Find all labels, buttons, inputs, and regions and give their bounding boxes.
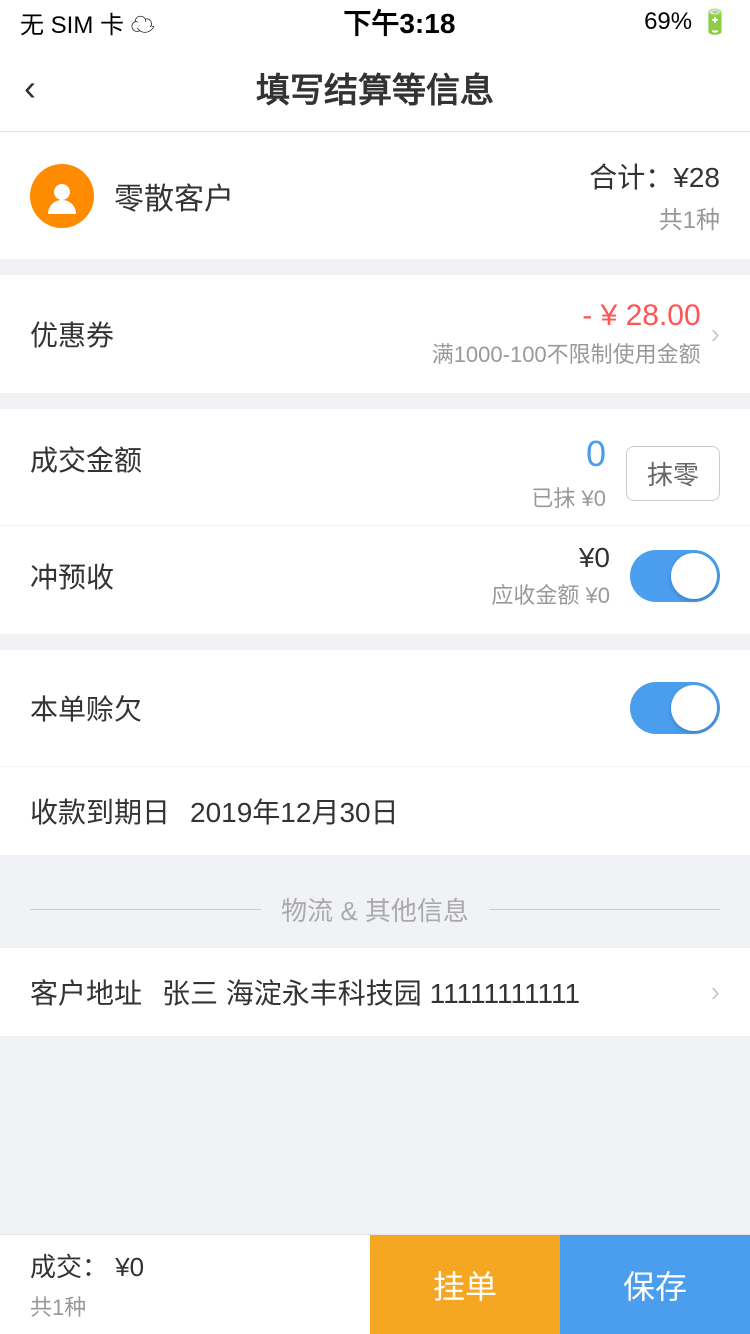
customer-total: 合计：¥28 共1种 — [589, 156, 720, 235]
status-right: 69% 🔋 — [644, 8, 730, 37]
debt-toggle[interactable] — [630, 682, 720, 734]
amount-right: 0 已抹 ¥0 抹零 — [531, 433, 720, 513]
back-button[interactable]: ‹ — [24, 67, 36, 109]
coupon-chevron-icon: › — [711, 318, 720, 350]
prepayment-toggle[interactable] — [630, 550, 720, 602]
prepayment-amount: ¥0 — [491, 542, 610, 574]
logistics-line-left — [30, 909, 261, 910]
address-label: 客户地址 — [30, 972, 142, 1012]
hang-order-button[interactable]: 挂单 — [370, 1235, 560, 1334]
coupon-desc: 满1000-100不限制使用金额 — [432, 337, 701, 369]
logistics-label: 物流 & 其他信息 — [261, 891, 489, 928]
due-date-label: 收款到期日 — [30, 791, 170, 831]
due-date-value[interactable]: 2019年12月30日 — [190, 791, 399, 831]
customer-card: 零散客户 合计：¥28 共1种 — [0, 132, 750, 259]
main-content: 零散客户 合计：¥28 共1种 优惠券 - ¥ 28.00 满1000-100不… — [0, 132, 750, 1172]
status-left: 无 SIM 卡 ☁ — [20, 5, 155, 40]
debt-row: 本单赊欠 — [0, 650, 750, 766]
logistics-divider: 物流 & 其他信息 — [0, 871, 750, 948]
status-bar: 无 SIM 卡 ☁ 下午3:18 69% 🔋 — [0, 0, 750, 44]
customer-row: 零散客户 合计：¥28 共1种 — [0, 132, 750, 259]
debt-label: 本单赊欠 — [30, 688, 142, 728]
bottom-deal-count: 共1种 — [30, 1290, 340, 1322]
toggle-knob — [671, 553, 717, 599]
amount-value[interactable]: 0 — [531, 433, 606, 475]
total-count: 共1种 — [589, 200, 720, 235]
address-value: 张三 海淀永丰科技园 11111111111 — [162, 972, 711, 1012]
due-date-row: 收款到期日 2019年12月30日 — [0, 766, 750, 855]
avatar-icon — [44, 178, 80, 214]
debt-card: 本单赊欠 收款到期日 2019年12月30日 — [0, 650, 750, 855]
amount-row: 成交金额 0 已抹 ¥0 抹零 — [0, 409, 750, 525]
bottom-info: 成交： ¥0 共1种 — [0, 1235, 370, 1334]
amount-value-wrap: 0 已抹 ¥0 — [531, 433, 606, 513]
debt-toggle-knob — [671, 685, 717, 731]
customer-name: 零散客户 — [114, 174, 234, 218]
nav-title: 填写结算等信息 — [256, 63, 494, 112]
coupon-discount: - ¥ 28.00 — [432, 299, 701, 333]
bottom-bar: 成交： ¥0 共1种 挂单 保存 — [0, 1234, 750, 1334]
prepayment-label: 冲预收 — [30, 556, 114, 596]
address-row[interactable]: 客户地址 张三 海淀永丰科技园 11111111111 › — [0, 948, 750, 1036]
address-card: 客户地址 张三 海淀永丰科技园 11111111111 › — [0, 948, 750, 1036]
coupon-info: - ¥ 28.00 满1000-100不限制使用金额 — [432, 299, 701, 369]
battery-icon: 🔋 — [700, 8, 730, 37]
prepayment-sub: 应收金额 ¥0 — [491, 578, 610, 610]
customer-left: 零散客户 — [30, 164, 234, 228]
coupon-right: - ¥ 28.00 满1000-100不限制使用金额 › — [432, 299, 720, 369]
prepayment-info: ¥0 应收金额 ¥0 — [491, 542, 610, 610]
prepayment-row: 冲预收 ¥0 应收金额 ¥0 — [0, 525, 750, 634]
amount-label: 成交金额 — [30, 433, 142, 479]
save-button[interactable]: 保存 — [560, 1235, 750, 1334]
status-time: 下午3:18 — [343, 2, 455, 42]
round-off-button[interactable]: 抹零 — [626, 446, 720, 501]
customer-avatar — [30, 164, 94, 228]
total-amount: 合计：¥28 — [589, 156, 720, 196]
signal-text: 无 SIM 卡 ☁ — [20, 5, 155, 40]
address-chevron-icon: › — [711, 976, 720, 1008]
logistics-line-right — [489, 909, 720, 910]
nav-bar: ‹ 填写结算等信息 — [0, 44, 750, 132]
coupon-row[interactable]: 优惠券 - ¥ 28.00 满1000-100不限制使用金额 › — [0, 275, 750, 393]
battery-text: 69% — [644, 8, 692, 36]
amount-sub: 已抹 ¥0 — [531, 481, 606, 513]
coupon-label: 优惠券 — [30, 314, 114, 354]
prepayment-right: ¥0 应收金额 ¥0 — [491, 542, 720, 610]
coupon-card: 优惠券 - ¥ 28.00 满1000-100不限制使用金额 › — [0, 275, 750, 393]
transaction-card: 成交金额 0 已抹 ¥0 抹零 冲预收 ¥0 应收金额 ¥0 — [0, 409, 750, 634]
bottom-deal-amount: 成交： ¥0 — [30, 1247, 340, 1284]
